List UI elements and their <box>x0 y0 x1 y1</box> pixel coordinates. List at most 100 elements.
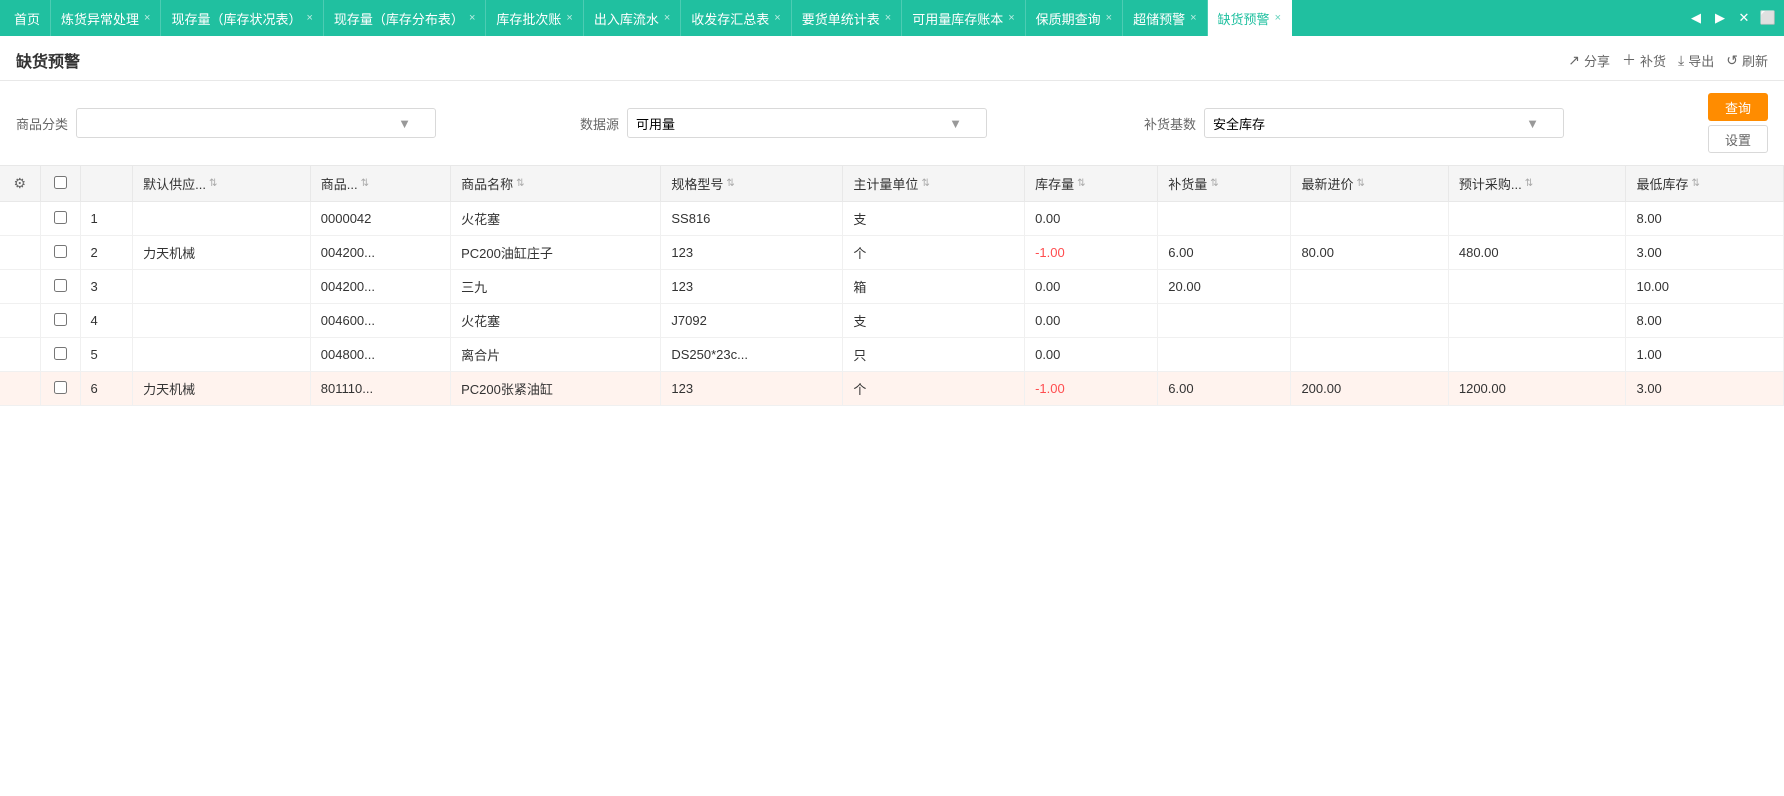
tab-close-available-ledger[interactable]: × <box>1008 12 1014 24</box>
tab-requisition-stat[interactable]: 要货单统计表 × <box>792 0 902 36</box>
tab-stock-dist[interactable]: 现存量（库存分布表） × <box>324 0 486 36</box>
row-gear-cell <box>0 372 40 406</box>
category-select[interactable]: ▼ <box>76 108 436 138</box>
th-unit[interactable]: 主计量单位 ⇅ <box>843 166 1025 202</box>
select-all-checkbox[interactable] <box>54 176 67 189</box>
tab-prev-button[interactable]: ◀ <box>1684 0 1708 36</box>
share-button[interactable]: ↗ 分享 <box>1568 51 1610 70</box>
row-stock-qty: 0.00 <box>1025 270 1158 304</box>
row-product-code: 004200... <box>310 236 450 270</box>
tab-next-button[interactable]: ▶ <box>1708 0 1732 36</box>
sort-stock-qty-icon: ⇅ <box>1077 178 1085 189</box>
row-latest-price <box>1291 338 1448 372</box>
th-spec[interactable]: 规格型号 ⇅ <box>661 166 843 202</box>
th-est-purchase[interactable]: 预计采购... ⇅ <box>1448 166 1626 202</box>
row-replenish-qty <box>1158 304 1291 338</box>
row-replenish-qty <box>1158 202 1291 236</box>
tab-close-batch-account[interactable]: × <box>566 12 572 24</box>
row-index: 5 <box>80 338 133 372</box>
row-checkbox[interactable] <box>54 245 67 258</box>
tab-close-stock-status[interactable]: × <box>306 12 312 24</box>
row-checkbox[interactable] <box>54 211 67 224</box>
settings-button[interactable]: 设置 <box>1708 125 1768 153</box>
row-checkbox[interactable] <box>54 279 67 292</box>
tab-close-shortage[interactable]: × <box>1275 12 1281 24</box>
tab-collect-summary[interactable]: 收发存汇总表 × <box>681 0 791 36</box>
tab-close-overstock[interactable]: × <box>1190 12 1196 24</box>
row-unit: 支 <box>843 202 1025 236</box>
replenish-button[interactable]: ＋ 补货 <box>1622 50 1666 70</box>
row-spec: DS250*23c... <box>661 338 843 372</box>
row-product-code: 0000042 <box>310 202 450 236</box>
tab-batch-account[interactable]: 库存批次账 × <box>486 0 583 36</box>
datasource-select[interactable]: 可用量 ▼ <box>627 108 987 138</box>
row-product-name: 火花塞 <box>451 202 661 236</box>
export-button[interactable]: ⤓ 导出 <box>1678 51 1714 70</box>
tab-inout-flow[interactable]: 出入库流水 × <box>584 0 681 36</box>
tab-close-stock-dist[interactable]: × <box>469 12 475 24</box>
row-replenish-qty <box>1158 338 1291 372</box>
row-checkbox-cell[interactable] <box>40 338 80 372</box>
row-product-code: 801110... <box>310 372 450 406</box>
tab-shortage[interactable]: 缺货预警 × <box>1208 0 1292 36</box>
tab-home[interactable]: 首页 <box>4 0 51 36</box>
th-gear[interactable]: ⚙ <box>0 166 40 202</box>
row-est-purchase: 1200.00 <box>1448 372 1626 406</box>
tab-abnormal[interactable]: 炼货异常处理 × <box>51 0 161 36</box>
row-product-name: 离合片 <box>451 338 661 372</box>
row-checkbox-cell[interactable] <box>40 236 80 270</box>
table-wrapper: ⚙ 默认供应... ⇅ 商品... <box>0 166 1784 406</box>
row-stock-qty: -1.00 <box>1025 236 1158 270</box>
tab-close-requisition-stat[interactable]: × <box>885 12 891 24</box>
row-supplier: 力天机械 <box>133 372 311 406</box>
row-checkbox[interactable] <box>54 347 67 360</box>
sort-unit-icon: ⇅ <box>921 178 929 189</box>
row-unit: 个 <box>843 372 1025 406</box>
th-latest-price[interactable]: 最新进价 ⇅ <box>1291 166 1448 202</box>
th-index <box>80 166 133 202</box>
data-table: ⚙ 默认供应... ⇅ 商品... <box>0 166 1784 406</box>
th-default-supplier[interactable]: 默认供应... ⇅ <box>133 166 311 202</box>
row-checkbox[interactable] <box>54 313 67 326</box>
row-stock-qty: 0.00 <box>1025 304 1158 338</box>
gear-icon[interactable]: ⚙ <box>13 175 26 191</box>
row-checkbox[interactable] <box>54 381 67 394</box>
row-est-purchase <box>1448 304 1626 338</box>
th-replenish-qty[interactable]: 补货量 ⇅ <box>1158 166 1291 202</box>
datasource-value: 可用量 <box>636 114 675 133</box>
tab-stock-status[interactable]: 现存量（库存状况表） × <box>161 0 323 36</box>
row-checkbox-cell[interactable] <box>40 202 80 236</box>
row-checkbox-cell[interactable] <box>40 270 80 304</box>
tab-close-all-button[interactable]: ✕ <box>1732 0 1756 36</box>
tab-overstock[interactable]: 超储预警 × <box>1123 0 1207 36</box>
tab-expiry-query[interactable]: 保质期查询 × <box>1026 0 1123 36</box>
query-button[interactable]: 查询 <box>1708 93 1768 121</box>
sort-min-stock-icon: ⇅ <box>1692 178 1700 189</box>
tab-expand-button[interactable]: ⬜ <box>1756 0 1780 36</box>
th-product-code[interactable]: 商品... ⇅ <box>310 166 450 202</box>
tab-close-abnormal[interactable]: × <box>144 12 150 24</box>
tab-available-ledger[interactable]: 可用量库存账本 × <box>902 0 1025 36</box>
category-label: 商品分类 <box>16 114 68 133</box>
share-icon: ↗ <box>1568 52 1580 69</box>
row-index: 1 <box>80 202 133 236</box>
row-spec: 123 <box>661 372 843 406</box>
sort-replenish-qty-icon: ⇅ <box>1210 178 1218 189</box>
row-gear-cell <box>0 202 40 236</box>
tab-close-expiry-query[interactable]: × <box>1106 12 1112 24</box>
replenish-base-select[interactable]: 安全库存 ▼ <box>1204 108 1564 138</box>
tab-close-collect-summary[interactable]: × <box>774 12 780 24</box>
th-product-name[interactable]: 商品名称 ⇅ <box>451 166 661 202</box>
replenish-base-arrow-icon: ▼ <box>1526 116 1539 131</box>
tab-close-inout-flow[interactable]: × <box>664 12 670 24</box>
row-product-name: 三九 <box>451 270 661 304</box>
row-checkbox-cell[interactable] <box>40 304 80 338</box>
row-gear-cell <box>0 236 40 270</box>
th-stock-qty[interactable]: 库存量 ⇅ <box>1025 166 1158 202</box>
refresh-button[interactable]: ↺ 刷新 <box>1726 51 1768 70</box>
row-checkbox-cell[interactable] <box>40 372 80 406</box>
category-filter-group: 商品分类 ▼ <box>16 108 556 138</box>
th-min-stock[interactable]: 最低库存 ⇅ <box>1626 166 1784 202</box>
row-gear-cell <box>0 270 40 304</box>
th-checkbox[interactable] <box>40 166 80 202</box>
